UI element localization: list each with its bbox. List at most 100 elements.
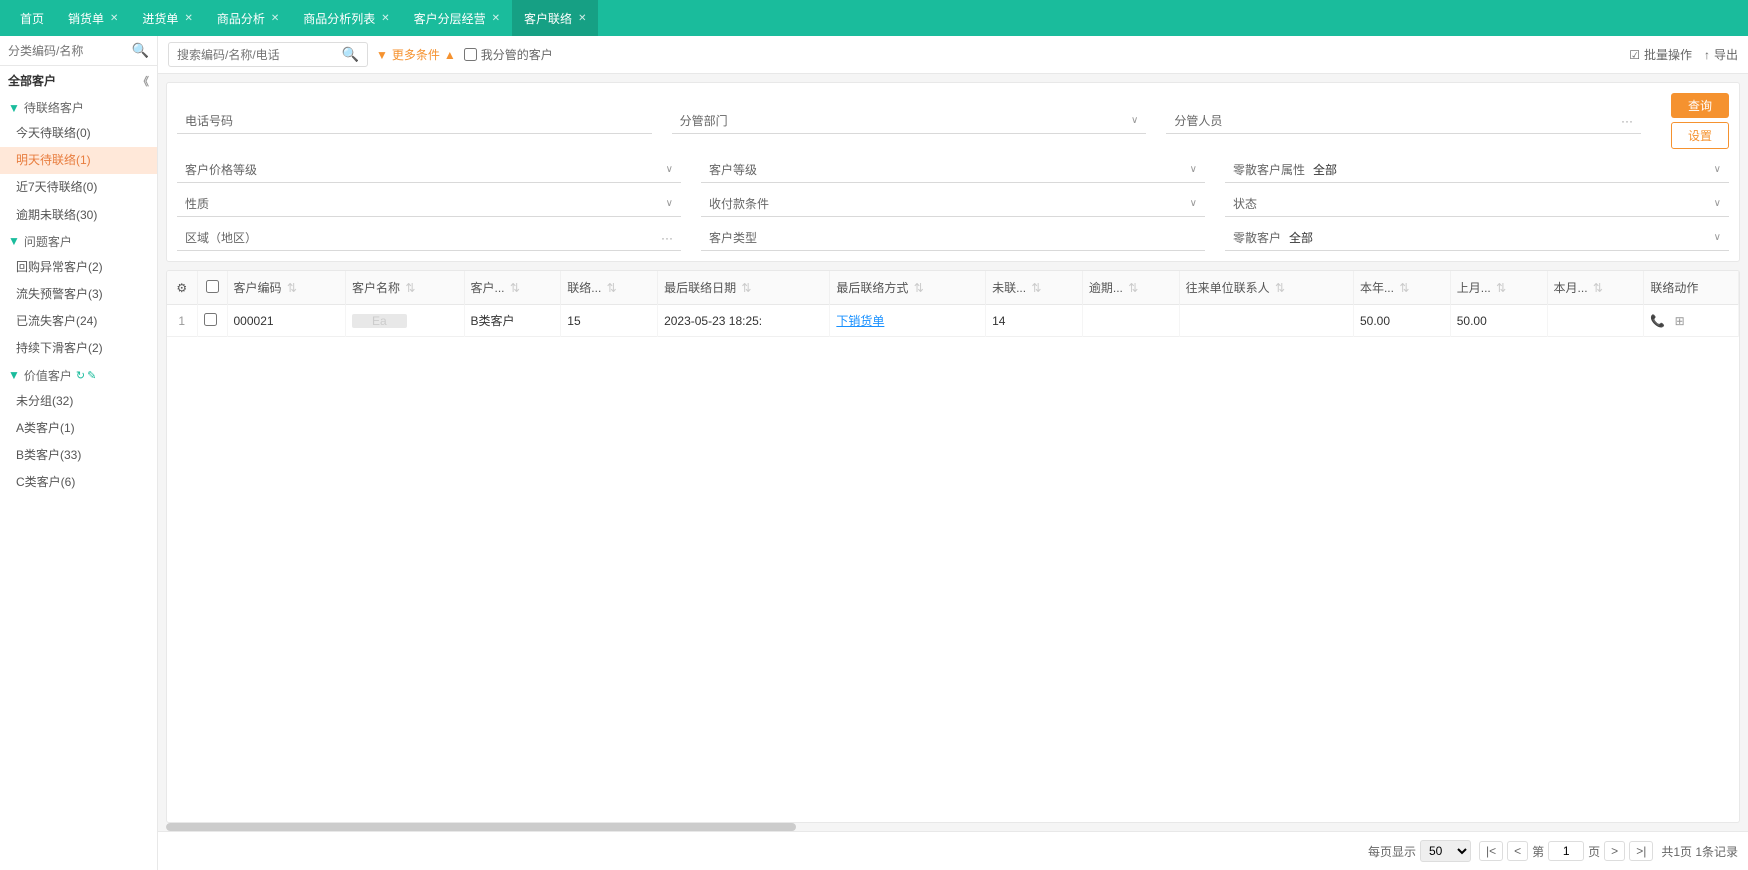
filter-customer-type[interactable]: 客户类型	[701, 225, 1205, 251]
select-all-checkbox[interactable]	[206, 280, 219, 293]
query-button[interactable]: 查询	[1671, 93, 1729, 118]
nav-product-list[interactable]: 商品分析列表 ✕	[291, 0, 401, 36]
col-uncontacted: 未联... ⇅	[986, 271, 1083, 305]
row-code: 000021	[227, 305, 346, 337]
col-checkbox	[197, 271, 227, 305]
sidebar-item-class-b[interactable]: B类客户(33)	[0, 442, 157, 469]
person-more-icon[interactable]: ···	[1621, 114, 1633, 128]
col-this-month: 本月... ⇅	[1547, 271, 1644, 305]
sidebar-collapse-icon: 《	[138, 73, 149, 89]
filter-retail-attr[interactable]: 零散客户属性 全部 ∨	[1225, 157, 1729, 183]
page-number-input[interactable]	[1548, 841, 1584, 861]
horizontal-scrollbar[interactable]	[166, 823, 1740, 831]
filter-retail-customer[interactable]: 零散客户 全部 ∨	[1225, 225, 1729, 251]
sidebar-item-today[interactable]: 今天待联络(0)	[0, 120, 157, 147]
nav-product-analysis[interactable]: 商品分析 ✕	[205, 0, 291, 36]
filter-row-4: 区域（地区） ··· 客户类型 零散客户 全部 ∨	[177, 225, 1729, 251]
col-type: 客户... ⇅	[464, 271, 561, 305]
payment-dropdown-icon: ∨	[1190, 198, 1197, 209]
sidebar-item-tomorrow[interactable]: 明天待联络(1)	[0, 147, 157, 174]
pagination-bar: 每页显示 50 10 20 100 |< < 第 页 > >| 共1页 1条记录	[158, 831, 1748, 870]
nav-home[interactable]: 首页	[8, 0, 56, 36]
my-customer-check[interactable]	[464, 48, 477, 61]
row-last-date: 2023-05-23 18:25:	[658, 305, 830, 337]
sidebar-item-overdue[interactable]: 逾期未联络(30)	[0, 202, 157, 229]
first-page-button[interactable]: |<	[1479, 841, 1503, 861]
sidebar-item-ungrouped[interactable]: 未分组(32)	[0, 388, 157, 415]
row-checkbox	[197, 305, 227, 337]
sidebar-item-churn-warning[interactable]: 流失预警客户(3)	[0, 281, 157, 308]
close-sales-tab[interactable]: ✕	[110, 13, 118, 24]
col-this-year: 本年... ⇅	[1353, 271, 1450, 305]
region-more-icon[interactable]: ···	[661, 231, 673, 245]
nav-customer-tier[interactable]: 客户分层经营 ✕	[402, 0, 512, 36]
batch-op-button[interactable]: ☑ 批量操作	[1629, 46, 1692, 63]
filter-icon: ▼	[376, 48, 388, 62]
row-last-month: 50.00	[1450, 305, 1547, 337]
filter-region[interactable]: 区域（地区） ···	[177, 225, 681, 251]
action-more-icon[interactable]: ⊞	[1675, 314, 1685, 328]
value-edit-icon[interactable]: ✎	[87, 369, 96, 382]
filter-arrow-icon: ▲	[444, 48, 456, 62]
sidebar-search-container: 🔍	[0, 36, 157, 66]
filter-person[interactable]: 分管人员 ···	[1166, 108, 1641, 134]
page-nav: |< < 第 页 > >|	[1479, 841, 1653, 861]
nav-purchase[interactable]: 进货单 ✕	[130, 0, 204, 36]
col-action: 联络动作	[1644, 271, 1739, 305]
search-input[interactable]	[177, 48, 342, 62]
retail-customer-dropdown-icon: ∨	[1714, 232, 1721, 243]
close-product-tab[interactable]: ✕	[271, 13, 279, 24]
sidebar-item-repurchase-anomaly[interactable]: 回购异常客户(2)	[0, 254, 157, 281]
row-action: 📞 ⊞	[1644, 305, 1739, 337]
page-size-select[interactable]: 50 10 20 100	[1420, 840, 1471, 862]
row-select-checkbox[interactable]	[204, 313, 217, 326]
row-this-month	[1547, 305, 1644, 337]
sidebar-item-declining[interactable]: 持续下滑客户(2)	[0, 335, 157, 362]
sidebar-section-problem[interactable]: ▼ 问题客户	[0, 229, 157, 254]
setting-button[interactable]: 设置	[1671, 122, 1729, 149]
search-icon[interactable]: 🔍	[342, 46, 359, 63]
export-button[interactable]: ↑ 导出	[1704, 46, 1738, 63]
table-row: 1 000021 Ea B类客户 15 2023-05-23 18:25: 下销…	[167, 305, 1739, 337]
toolbar-search-container: 🔍	[168, 42, 368, 67]
row-last-method[interactable]: 下销货单	[830, 305, 986, 337]
sidebar-search-icon[interactable]: 🔍	[132, 42, 149, 59]
sidebar-search-input[interactable]	[8, 44, 132, 58]
sidebar-section-value[interactable]: ▼ 价值客户 ↻ ✎	[0, 363, 157, 388]
batch-icon: ☑	[1629, 48, 1640, 62]
sidebar-item-class-a[interactable]: A类客户(1)	[0, 415, 157, 442]
more-filter-button[interactable]: ▼ 更多条件 ▲	[376, 46, 456, 63]
nav-sales[interactable]: 销货单 ✕	[56, 0, 130, 36]
next-page-button[interactable]: >	[1604, 841, 1625, 861]
close-customer-contact-tab[interactable]: ✕	[578, 13, 586, 24]
row-overdue	[1082, 305, 1179, 337]
close-customer-tier-tab[interactable]: ✕	[492, 13, 500, 24]
col-unit-contact: 往来单位联系人 ⇅	[1179, 271, 1353, 305]
close-product-list-tab[interactable]: ✕	[381, 13, 389, 24]
filter-dept[interactable]: 分管部门 ∨	[672, 108, 1147, 134]
filter-status[interactable]: 状态 ∨	[1225, 191, 1729, 217]
close-purchase-tab[interactable]: ✕	[184, 13, 192, 24]
row-uncontacted: 14	[986, 305, 1083, 337]
col-gear[interactable]: ⚙	[167, 271, 197, 305]
nav-customer-contact[interactable]: 客户联络 ✕	[512, 0, 598, 36]
filter-customer-level[interactable]: 客户等级 ∨	[701, 157, 1205, 183]
sidebar-section-pending[interactable]: ▼ 待联络客户	[0, 95, 157, 120]
value-refresh-icon[interactable]: ↻	[76, 369, 85, 382]
scrollbar-thumb	[166, 823, 796, 831]
filter-phone[interactable]: 电话号码	[177, 108, 652, 134]
sidebar-all-customers[interactable]: 全部客户 《	[0, 66, 157, 95]
my-customer-checkbox[interactable]: 我分管的客户	[464, 46, 553, 63]
row-type: B类客户	[464, 305, 561, 337]
col-contact-count: 联络... ⇅	[561, 271, 658, 305]
sidebar-item-churned[interactable]: 已流失客户(24)	[0, 308, 157, 335]
sidebar-item-class-c[interactable]: C类客户(6)	[0, 469, 157, 496]
prev-page-button[interactable]: <	[1507, 841, 1528, 861]
filter-payment[interactable]: 收付款条件 ∨	[701, 191, 1205, 217]
action-phone-icon[interactable]: 📞	[1650, 314, 1665, 328]
last-page-button[interactable]: >|	[1629, 841, 1653, 861]
sidebar-item-7days[interactable]: 近7天待联络(0)	[0, 174, 157, 201]
filter-nature[interactable]: 性质 ∨	[177, 191, 681, 217]
page-size-container: 每页显示 50 10 20 100	[1368, 840, 1471, 862]
filter-price-level[interactable]: 客户价格等级 ∨	[177, 157, 681, 183]
